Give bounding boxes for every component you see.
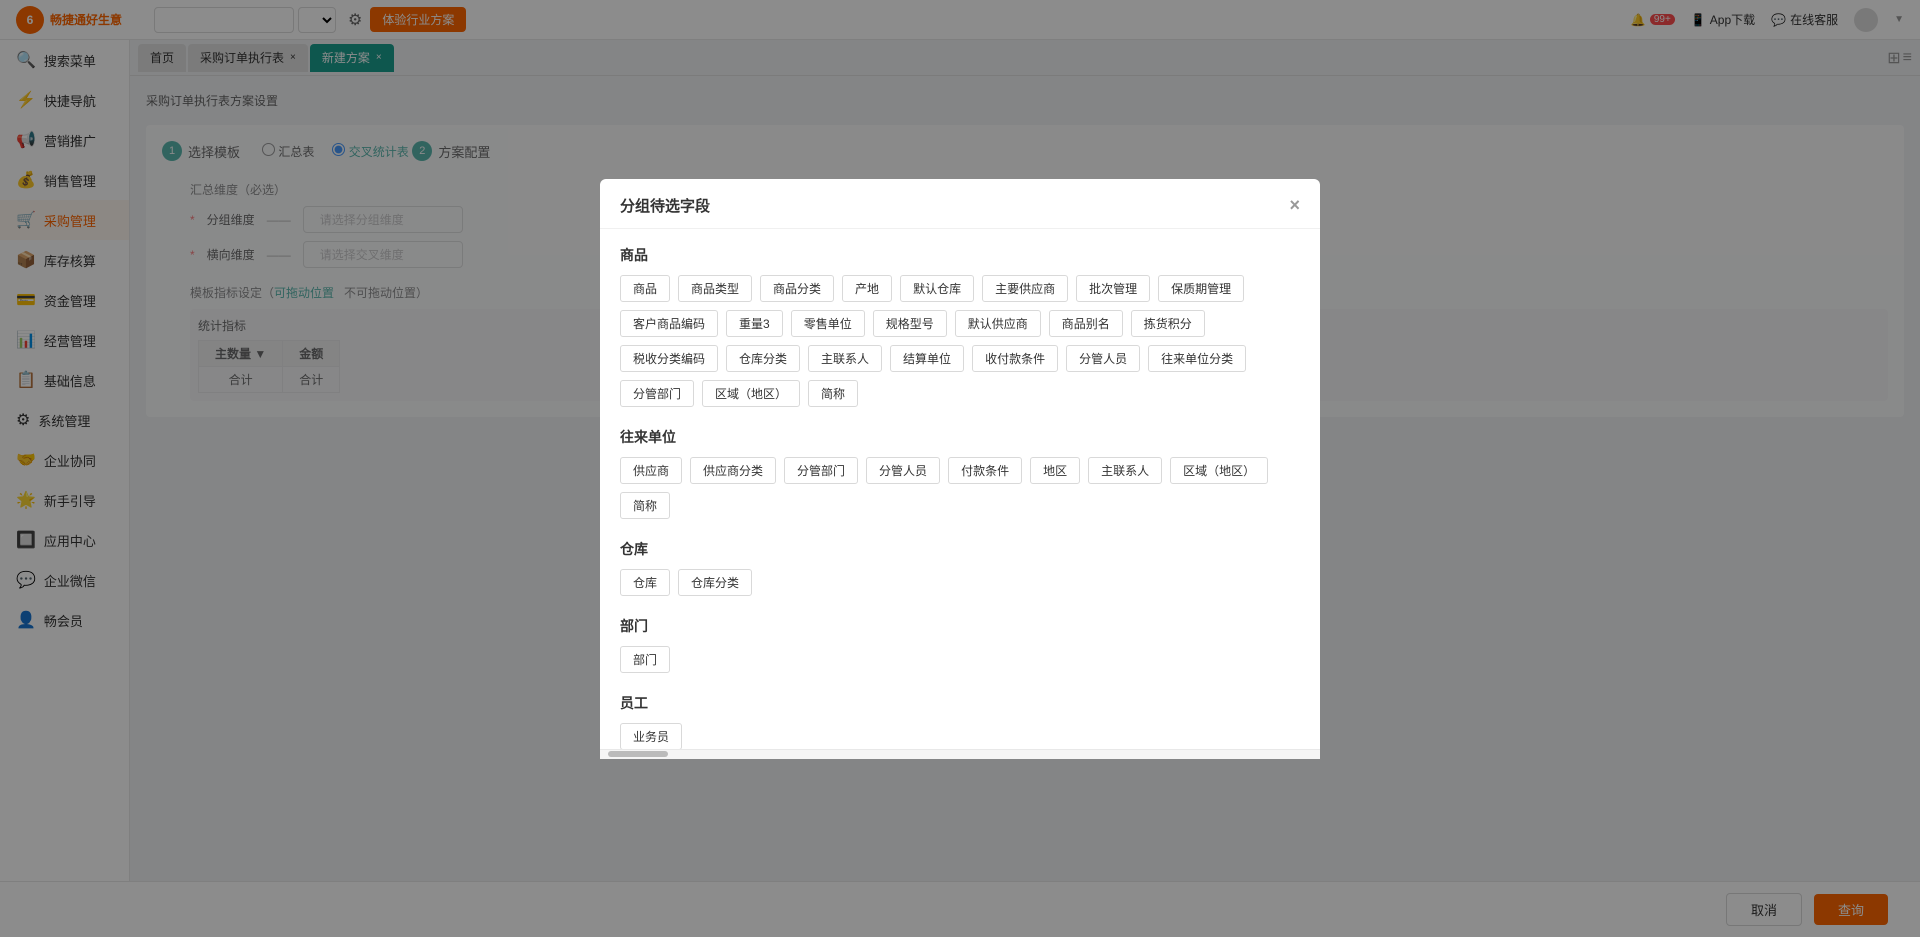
field-tag[interactable]: 产地 bbox=[842, 275, 892, 302]
section-department: 部门 部门 bbox=[620, 616, 1300, 673]
section-employee-tags: 业务员 bbox=[620, 723, 1300, 750]
field-tag[interactable]: 仓库 bbox=[620, 569, 670, 596]
section-goods: 商品 商品 商品类型 商品分类 产地 默认仓库 主要供应商 批次管理 保质期管理… bbox=[620, 245, 1300, 407]
field-tag[interactable]: 商品 bbox=[620, 275, 670, 302]
field-tag[interactable]: 区域（地区） bbox=[1170, 457, 1268, 484]
field-tag[interactable]: 分管部门 bbox=[784, 457, 858, 484]
section-employee: 员工 业务员 bbox=[620, 693, 1300, 750]
field-tag[interactable]: 规格型号 bbox=[873, 310, 947, 337]
field-tag[interactable]: 拣货积分 bbox=[1131, 310, 1205, 337]
field-tag[interactable]: 部门 bbox=[620, 646, 670, 673]
field-tag[interactable]: 商品分类 bbox=[760, 275, 834, 302]
section-partner: 往来单位 供应商 供应商分类 分管部门 分管人员 付款条件 地区 主联系人 区域… bbox=[620, 427, 1300, 519]
section-employee-title: 员工 bbox=[620, 693, 1300, 713]
section-goods-tags: 商品 商品类型 商品分类 产地 默认仓库 主要供应商 批次管理 保质期管理 客户… bbox=[620, 275, 1300, 407]
field-tag[interactable]: 税收分类编码 bbox=[620, 345, 718, 372]
field-tag[interactable]: 仓库分类 bbox=[726, 345, 800, 372]
field-tag[interactable]: 地区 bbox=[1030, 457, 1080, 484]
field-tag[interactable]: 主联系人 bbox=[808, 345, 882, 372]
section-department-title: 部门 bbox=[620, 616, 1300, 636]
section-warehouse-title: 仓库 bbox=[620, 539, 1300, 559]
modal-close-button[interactable]: × bbox=[1289, 196, 1300, 214]
field-tag[interactable]: 保质期管理 bbox=[1158, 275, 1244, 302]
field-tag[interactable]: 供应商 bbox=[620, 457, 682, 484]
field-tag[interactable]: 零售单位 bbox=[791, 310, 865, 337]
field-tag[interactable]: 往来单位分类 bbox=[1148, 345, 1246, 372]
modal-hscroll[interactable] bbox=[600, 749, 1320, 758]
field-tag[interactable]: 重量3 bbox=[726, 310, 783, 337]
field-tag[interactable]: 结算单位 bbox=[890, 345, 964, 372]
field-tag[interactable]: 供应商分类 bbox=[690, 457, 776, 484]
field-tag[interactable]: 默认仓库 bbox=[900, 275, 974, 302]
field-tag[interactable]: 区域（地区） bbox=[702, 380, 800, 407]
section-partner-tags: 供应商 供应商分类 分管部门 分管人员 付款条件 地区 主联系人 区域（地区） … bbox=[620, 457, 1300, 519]
field-tag[interactable]: 批次管理 bbox=[1076, 275, 1150, 302]
field-tag[interactable]: 业务员 bbox=[620, 723, 682, 750]
field-tag[interactable]: 仓库分类 bbox=[678, 569, 752, 596]
modal-body[interactable]: 商品 商品 商品类型 商品分类 产地 默认仓库 主要供应商 批次管理 保质期管理… bbox=[600, 229, 1320, 750]
field-tag[interactable]: 收付款条件 bbox=[972, 345, 1058, 372]
field-tag[interactable]: 商品别名 bbox=[1049, 310, 1123, 337]
field-tag[interactable]: 分管人员 bbox=[1066, 345, 1140, 372]
modal-header: 分组待选字段 × bbox=[600, 179, 1320, 229]
section-warehouse: 仓库 仓库 仓库分类 bbox=[620, 539, 1300, 596]
section-partner-title: 往来单位 bbox=[620, 427, 1300, 447]
field-tag[interactable]: 付款条件 bbox=[948, 457, 1022, 484]
field-selection-modal: 分组待选字段 × 商品 商品 商品类型 商品分类 产地 默认仓库 主要供应商 批… bbox=[600, 179, 1320, 759]
field-tag[interactable]: 客户商品编码 bbox=[620, 310, 718, 337]
hscroll-thumb[interactable] bbox=[608, 751, 668, 757]
field-tag[interactable]: 主联系人 bbox=[1088, 457, 1162, 484]
field-tag[interactable]: 简称 bbox=[620, 492, 670, 519]
section-department-tags: 部门 bbox=[620, 646, 1300, 673]
section-warehouse-tags: 仓库 仓库分类 bbox=[620, 569, 1300, 596]
field-tag[interactable]: 分管部门 bbox=[620, 380, 694, 407]
field-tag[interactable]: 商品类型 bbox=[678, 275, 752, 302]
field-tag[interactable]: 主要供应商 bbox=[982, 275, 1068, 302]
modal-overlay: 分组待选字段 × 商品 商品 商品类型 商品分类 产地 默认仓库 主要供应商 批… bbox=[0, 0, 1920, 937]
field-tag[interactable]: 简称 bbox=[808, 380, 858, 407]
modal-title: 分组待选字段 bbox=[620, 195, 710, 216]
field-tag[interactable]: 分管人员 bbox=[866, 457, 940, 484]
section-goods-title: 商品 bbox=[620, 245, 1300, 265]
field-tag[interactable]: 默认供应商 bbox=[955, 310, 1041, 337]
